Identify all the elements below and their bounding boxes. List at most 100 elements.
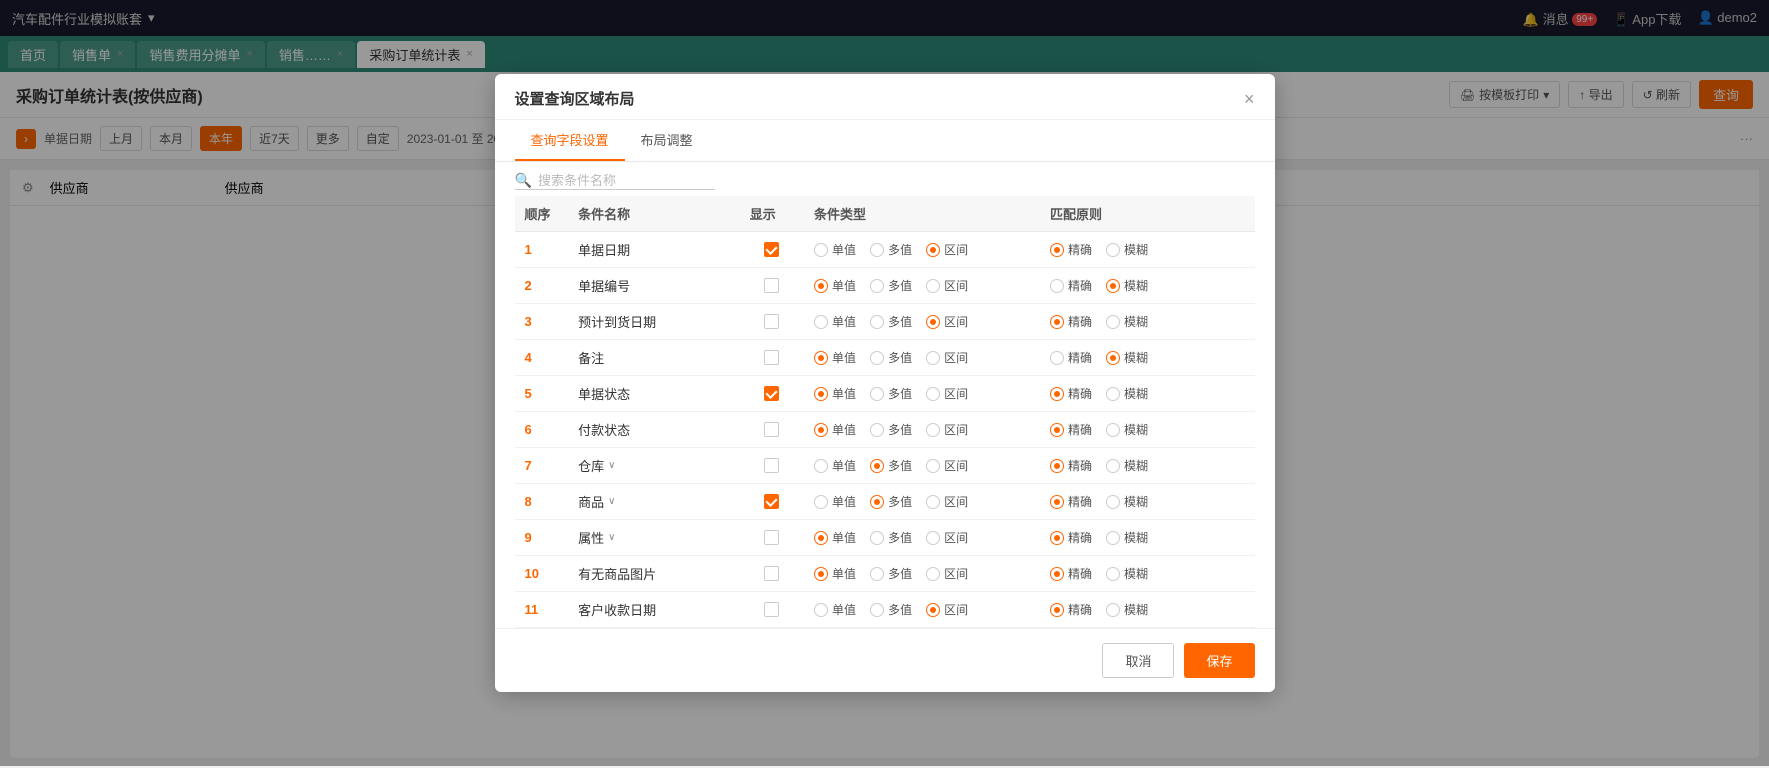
radio-circle[interactable]: [926, 567, 940, 581]
radio-circle[interactable]: [1106, 279, 1120, 293]
radio-circle[interactable]: [1050, 351, 1064, 365]
radio-circle[interactable]: [870, 243, 884, 257]
radio-circle[interactable]: [814, 243, 828, 257]
radio-circle[interactable]: [870, 279, 884, 293]
radio-circle[interactable]: [1050, 495, 1064, 509]
radio-circle[interactable]: [1106, 495, 1120, 509]
radio-circle[interactable]: [1050, 459, 1064, 473]
row-match-radios: 精确模糊: [1040, 268, 1255, 304]
radio-circle[interactable]: [870, 567, 884, 581]
radio-circle[interactable]: [1050, 315, 1064, 329]
radio-circle[interactable]: [870, 315, 884, 329]
cancel-button[interactable]: 取消: [1102, 643, 1174, 678]
radio-circle[interactable]: [926, 351, 940, 365]
radio-circle[interactable]: [870, 603, 884, 617]
radio-circle[interactable]: [926, 603, 940, 617]
radio-circle[interactable]: [1106, 243, 1120, 257]
radio-circle[interactable]: [814, 459, 828, 473]
radio-circle[interactable]: [1106, 567, 1120, 581]
checkbox[interactable]: [764, 242, 779, 257]
radio-circle[interactable]: [926, 459, 940, 473]
radio-circle[interactable]: [1050, 603, 1064, 617]
checkbox[interactable]: [764, 422, 779, 437]
search-input[interactable]: [538, 173, 698, 188]
checkbox[interactable]: [764, 386, 779, 401]
radio-circle[interactable]: [814, 387, 828, 401]
radio-circle[interactable]: [1106, 603, 1120, 617]
radio-circle[interactable]: [1050, 423, 1064, 437]
dialog-title: 设置查询区域布局: [515, 88, 635, 109]
radio-circle[interactable]: [870, 459, 884, 473]
radio-circle[interactable]: [870, 423, 884, 437]
dialog-tab-layout[interactable]: 布局调整: [625, 120, 709, 161]
checkbox[interactable]: [764, 602, 779, 617]
checkbox[interactable]: [764, 494, 779, 509]
row-match-radios: 精确模糊: [1040, 376, 1255, 412]
table-row: 1单据日期单值多值区间精确模糊: [515, 232, 1255, 268]
dialog-footer: 取消 保存: [495, 628, 1275, 692]
radio-circle[interactable]: [926, 243, 940, 257]
row-order: 8: [515, 484, 569, 520]
radio-circle[interactable]: [814, 423, 828, 437]
radio-circle[interactable]: [814, 495, 828, 509]
radio-circle[interactable]: [870, 531, 884, 545]
row-show-checkbox[interactable]: [740, 556, 804, 592]
row-condition-name: 单据状态: [568, 376, 740, 412]
row-show-checkbox[interactable]: [740, 520, 804, 556]
checkbox[interactable]: [764, 350, 779, 365]
radio-circle[interactable]: [926, 279, 940, 293]
radio-circle[interactable]: [926, 495, 940, 509]
row-show-checkbox[interactable]: [740, 376, 804, 412]
row-show-checkbox[interactable]: [740, 412, 804, 448]
radio-circle[interactable]: [814, 603, 828, 617]
dialog-header: 设置查询区域布局 ×: [495, 74, 1275, 120]
radio-circle[interactable]: [814, 351, 828, 365]
radio-circle[interactable]: [1106, 387, 1120, 401]
radio-circle[interactable]: [814, 567, 828, 581]
dialog-tab-query-fields[interactable]: 查询字段设置: [515, 120, 625, 161]
row-order: 10: [515, 556, 569, 592]
row-show-checkbox[interactable]: [740, 232, 804, 268]
row-show-checkbox[interactable]: [740, 304, 804, 340]
radio-circle[interactable]: [814, 279, 828, 293]
checkbox[interactable]: [764, 314, 779, 329]
radio-circle[interactable]: [1050, 243, 1064, 257]
radio-circle[interactable]: [1106, 423, 1120, 437]
row-type-radios: 单值多值区间: [804, 484, 1040, 520]
radio-circle[interactable]: [1106, 459, 1120, 473]
checkbox[interactable]: [764, 458, 779, 473]
checkbox[interactable]: [764, 566, 779, 581]
table-row: 11客户收款日期单值多值区间精确模糊: [515, 592, 1255, 628]
row-order: 4: [515, 340, 569, 376]
radio-circle[interactable]: [1106, 531, 1120, 545]
radio-circle[interactable]: [870, 387, 884, 401]
radio-circle[interactable]: [1050, 387, 1064, 401]
radio-circle[interactable]: [1106, 315, 1120, 329]
radio-circle[interactable]: [926, 531, 940, 545]
radio-circle[interactable]: [926, 387, 940, 401]
row-order: 2: [515, 268, 569, 304]
checkbox[interactable]: [764, 530, 779, 545]
row-show-checkbox[interactable]: [740, 340, 804, 376]
radio-circle[interactable]: [926, 423, 940, 437]
table-row: 2单据编号单值多值区间精确模糊: [515, 268, 1255, 304]
dialog-close-button[interactable]: ×: [1244, 90, 1255, 108]
row-type-radios: 单值多值区间: [804, 448, 1040, 484]
table-row: 8商品 ∨单值多值区间精确模糊: [515, 484, 1255, 520]
row-show-checkbox[interactable]: [740, 592, 804, 628]
radio-circle[interactable]: [1106, 351, 1120, 365]
radio-circle[interactable]: [1050, 531, 1064, 545]
radio-circle[interactable]: [814, 315, 828, 329]
radio-circle[interactable]: [870, 351, 884, 365]
radio-circle[interactable]: [870, 495, 884, 509]
radio-circle[interactable]: [814, 531, 828, 545]
save-button[interactable]: 保存: [1184, 643, 1254, 678]
radio-circle[interactable]: [1050, 279, 1064, 293]
radio-circle[interactable]: [926, 315, 940, 329]
checkbox[interactable]: [764, 278, 779, 293]
row-type-radios: 单值多值区间: [804, 304, 1040, 340]
row-show-checkbox[interactable]: [740, 484, 804, 520]
radio-circle[interactable]: [1050, 567, 1064, 581]
row-show-checkbox[interactable]: [740, 268, 804, 304]
row-show-checkbox[interactable]: [740, 448, 804, 484]
